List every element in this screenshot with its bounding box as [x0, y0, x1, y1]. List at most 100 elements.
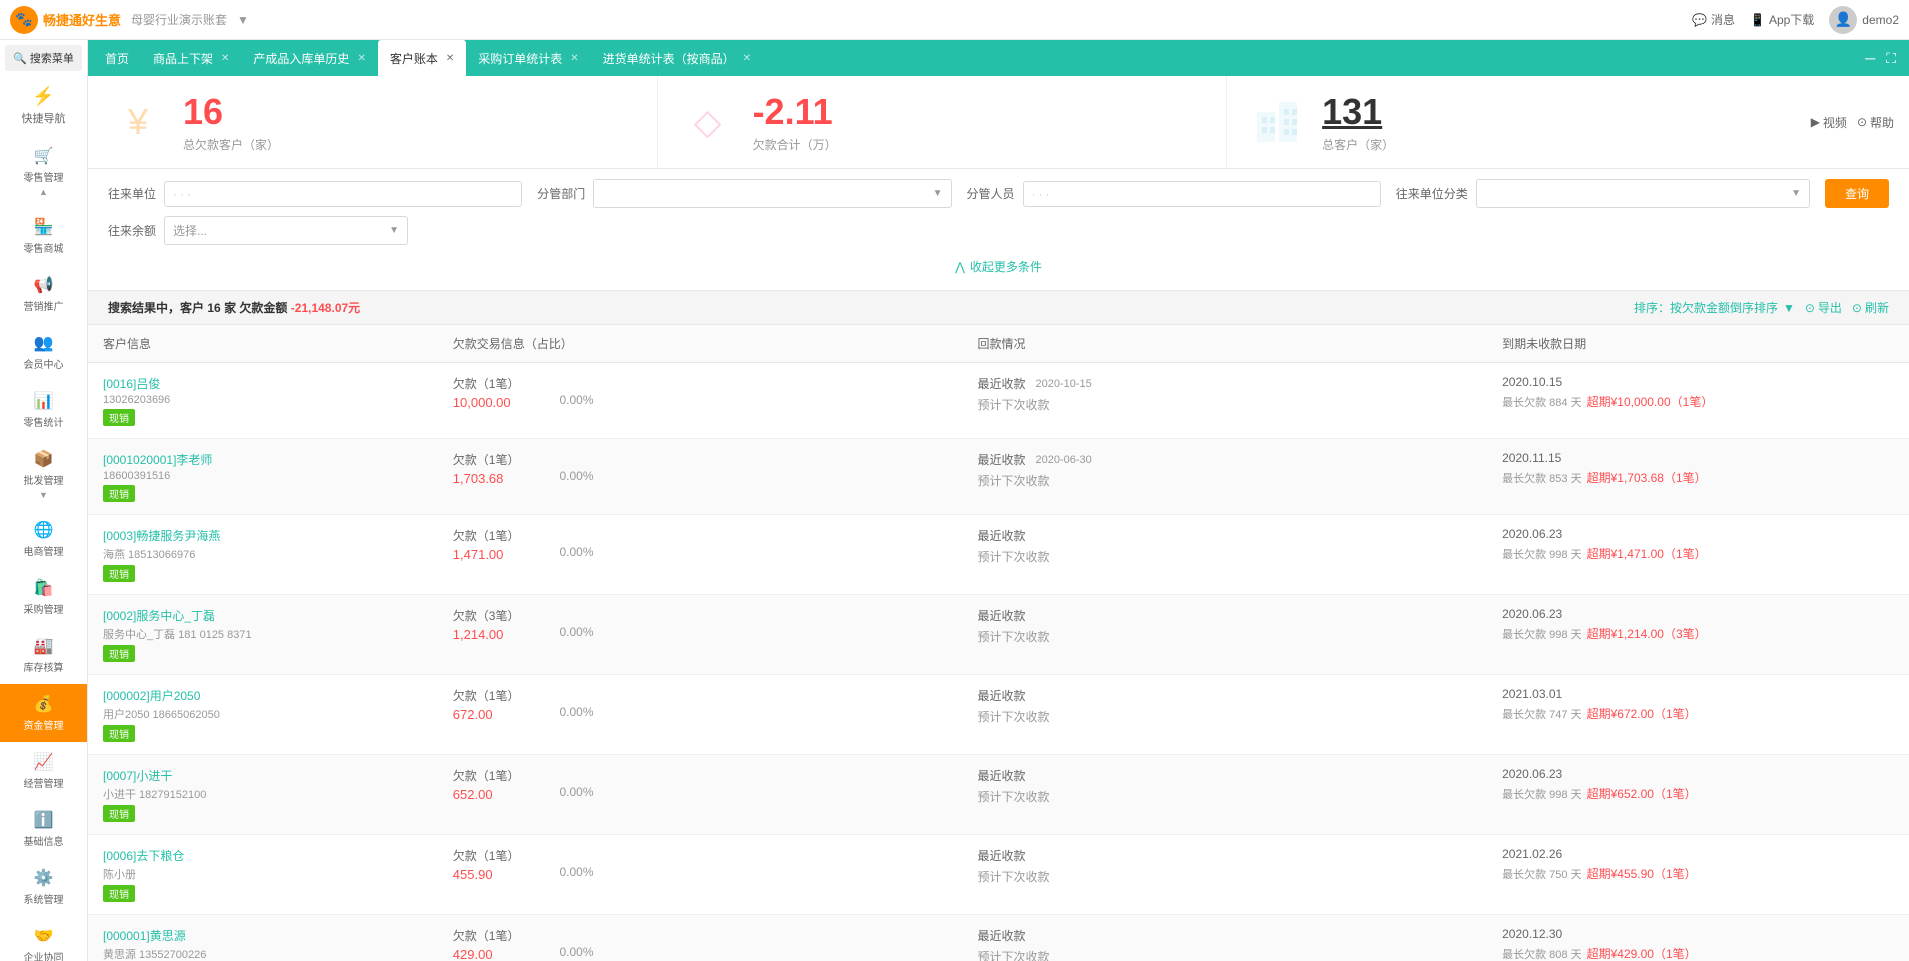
video-icon: ▶	[1811, 115, 1820, 129]
stat-icon-diamond: ◇	[678, 92, 738, 152]
department-chevron: ▼	[933, 188, 943, 199]
sidebar-item-system-mgmt[interactable]: ⚙️ 系统管理	[0, 858, 87, 916]
overdue-amount-3[interactable]: 超期¥1,214.00（3笔）	[1587, 625, 1707, 642]
overdue-amount-0[interactable]: 超期¥10,000.00（1笔）	[1587, 393, 1714, 410]
total-customers-label: 总客户（家）	[1322, 136, 1394, 153]
sidebar-item-batch-mgmt[interactable]: 📦 批发管理 ▼	[0, 439, 87, 510]
unit-category-select[interactable]: ▼	[1476, 179, 1810, 208]
sidebar-item-enterprise-collab[interactable]: 🤝 企业协同	[0, 916, 87, 961]
dropdown-arrow[interactable]: ▼	[237, 13, 249, 27]
tab-close-production[interactable]: ✕	[357, 53, 365, 64]
filter-manager: 分管人员 ···	[967, 181, 1381, 207]
minimize-btn[interactable]: ─	[1862, 47, 1878, 70]
cell-payment-2: 最近收款 预计下次收款	[962, 515, 1487, 595]
cell-due-date-2: 2020.06.23 最长欠款 998 天 超期¥1,471.00（1笔）	[1487, 515, 1909, 595]
customer-id-0[interactable]: [0016]吕俊	[103, 375, 423, 392]
customer-id-2[interactable]: [0003]畅捷服务尹海燕	[103, 527, 423, 544]
overdue-amount-6[interactable]: 超期¥455.90（1笔）	[1587, 865, 1697, 882]
due-date-5: 2020.06.23	[1502, 767, 1894, 781]
sidebar-item-purchase-mgmt[interactable]: 🛍️ 采购管理	[0, 568, 87, 626]
overdue-customers-label: 总欠款客户（家）	[183, 136, 279, 153]
search-menu-btn[interactable]: 🔍 搜索菜单	[5, 45, 82, 71]
collapse-icon: ⋀	[955, 260, 965, 274]
tab-close-products[interactable]: ✕	[221, 53, 229, 64]
recent-payment-label-1: 最近收款	[977, 451, 1025, 468]
cell-customer-5: [0007]小进干 小进干 18279152100 现销	[88, 755, 438, 835]
sort-chevron: ▼	[1783, 301, 1795, 315]
tab-production[interactable]: 产成品入库单历史 ✕	[241, 40, 377, 76]
sidebar-item-ecommerce[interactable]: 🌐 电商管理	[0, 510, 87, 568]
results-actions: 排序：按欠款金额倒序排序 ▼ ⊙ 导出 ⊙ 刷新	[1634, 299, 1889, 316]
search-button[interactable]: 查询	[1825, 179, 1889, 208]
customer-id-7[interactable]: [000001]黄思源	[103, 927, 423, 944]
top-bar: 🐾 畅捷通好生意 母婴行业演示账套 ▼ 💬 消息 📱 App下载 👤 demo2	[0, 0, 1909, 40]
cell-due-date-6: 2021.02.26 最长欠款 750 天 超期¥455.90（1笔）	[1487, 835, 1909, 915]
collapse-button[interactable]: ⋀ 收起更多条件	[955, 258, 1042, 275]
tab-home[interactable]: 首页	[93, 40, 141, 76]
tab-purchase-stats[interactable]: 进货单统计表（按商品） ✕	[591, 40, 763, 76]
tab-bar-actions: ─ ⛶	[1862, 47, 1904, 70]
department-select[interactable]: ▼	[593, 179, 951, 208]
customer-id-6[interactable]: [0006]去下粮仓	[103, 847, 423, 864]
overdue-amount-4[interactable]: 超期¥672.00（1笔）	[1587, 705, 1697, 722]
export-btn[interactable]: ⊙ 导出	[1805, 299, 1842, 316]
customer-tag-0: 现销	[103, 409, 135, 426]
tab-close-purchase-stats[interactable]: ✕	[743, 53, 751, 64]
app-download-btn[interactable]: 📱 App下载	[1750, 11, 1814, 28]
sort-select[interactable]: 排序：按欠款金额倒序排序 ▼	[1634, 299, 1795, 316]
balance-label: 往来余额	[108, 222, 156, 239]
manager-input[interactable]: ···	[1023, 181, 1381, 207]
overdue-customers-value: 16	[183, 91, 279, 133]
purchase-mgmt-icon: 🛍️	[34, 578, 54, 598]
collapse-label: 收起更多条件	[970, 258, 1042, 275]
results-count: 16	[207, 301, 220, 315]
tab-products[interactable]: 商品上下架 ✕	[141, 40, 241, 76]
debt-label-3: 欠款（3笔）	[453, 607, 520, 624]
customer-id-3[interactable]: [0002]服务中心_丁磊	[103, 607, 423, 624]
sidebar-item-marketing[interactable]: 📢 营销推广	[0, 265, 87, 323]
refresh-btn[interactable]: ⊙ 刷新	[1852, 299, 1889, 316]
overdue-amount-2[interactable]: 超期¥1,471.00（1笔）	[1587, 545, 1707, 562]
username: demo2	[1862, 13, 1899, 27]
message-btn[interactable]: 💬 消息	[1692, 11, 1735, 28]
cell-debt-4: 欠款（1笔） 672.00 0.00%	[438, 675, 963, 755]
tab-close-purchase-order[interactable]: ✕	[570, 53, 578, 64]
balance-select[interactable]: 选择... ▼	[164, 216, 408, 245]
customer-tag-2: 现销	[103, 565, 135, 582]
sidebar-item-basic-info[interactable]: ℹ️ 基础信息	[0, 800, 87, 858]
sidebar-item-quick-nav[interactable]: ⚡ 快捷导航	[0, 76, 87, 136]
stat-info-overdue-customers: 16 总欠款客户（家）	[183, 91, 279, 153]
logo-icon: 🐾	[10, 6, 38, 34]
results-prefix: 搜索结果中，客户	[108, 301, 204, 315]
source-unit-input[interactable]: ···	[164, 181, 522, 207]
tab-purchase-order[interactable]: 采购订单统计表 ✕	[466, 40, 590, 76]
customer-tag-6: 现销	[103, 885, 135, 902]
cell-payment-1: 最近收款 2020-06-30 预计下次收款	[962, 439, 1487, 515]
help-btn[interactable]: ⊙ 帮助	[1857, 114, 1894, 131]
app-name: 畅捷通好生意	[43, 10, 121, 29]
overdue-amount-7[interactable]: 超期¥429.00（1笔）	[1587, 945, 1697, 961]
sidebar-item-retail-mall[interactable]: 🏪 零售商城	[0, 207, 87, 265]
tab-customer-account[interactable]: 客户账本 ✕	[378, 40, 466, 76]
sidebar-item-member-center[interactable]: 👥 会员中心	[0, 323, 87, 381]
customer-id-4[interactable]: [000002]用户2050	[103, 687, 423, 704]
customer-id-1[interactable]: [0001020001]李老师	[103, 451, 423, 468]
cell-customer-1: [0001020001]李老师 18600391516 现销	[88, 439, 438, 515]
message-icon: 💬	[1692, 13, 1707, 27]
sidebar-item-retail-mgmt[interactable]: 🛒 零售管理 ▲	[0, 136, 87, 207]
sidebar-item-retail-stats[interactable]: 📊 零售统计	[0, 381, 87, 439]
overdue-amount-5[interactable]: 超期¥652.00（1笔）	[1587, 785, 1697, 802]
maximize-btn[interactable]: ⛶	[1883, 47, 1899, 70]
sidebar-item-finance[interactable]: 💰 资金管理	[0, 684, 87, 742]
customer-id-5[interactable]: [0007]小进干	[103, 767, 423, 784]
tab-close-customer-account[interactable]: ✕	[446, 53, 454, 64]
col-header-customer: 客户信息	[88, 325, 438, 363]
user-area[interactable]: 👤 demo2	[1829, 6, 1899, 34]
debt-ratio-0: 0.00%	[559, 393, 593, 407]
overdue-amount-1[interactable]: 超期¥1,703.68（1笔）	[1587, 469, 1707, 486]
video-btn[interactable]: ▶ 视频	[1811, 114, 1847, 131]
sidebar-item-inventory[interactable]: 🏭 库存核算	[0, 626, 87, 684]
overdue-days-5: 最长欠款 998 天	[1502, 786, 1581, 802]
sidebar-item-operations[interactable]: 📈 经营管理	[0, 742, 87, 800]
cell-debt-6: 欠款（1笔） 455.90 0.00%	[438, 835, 963, 915]
